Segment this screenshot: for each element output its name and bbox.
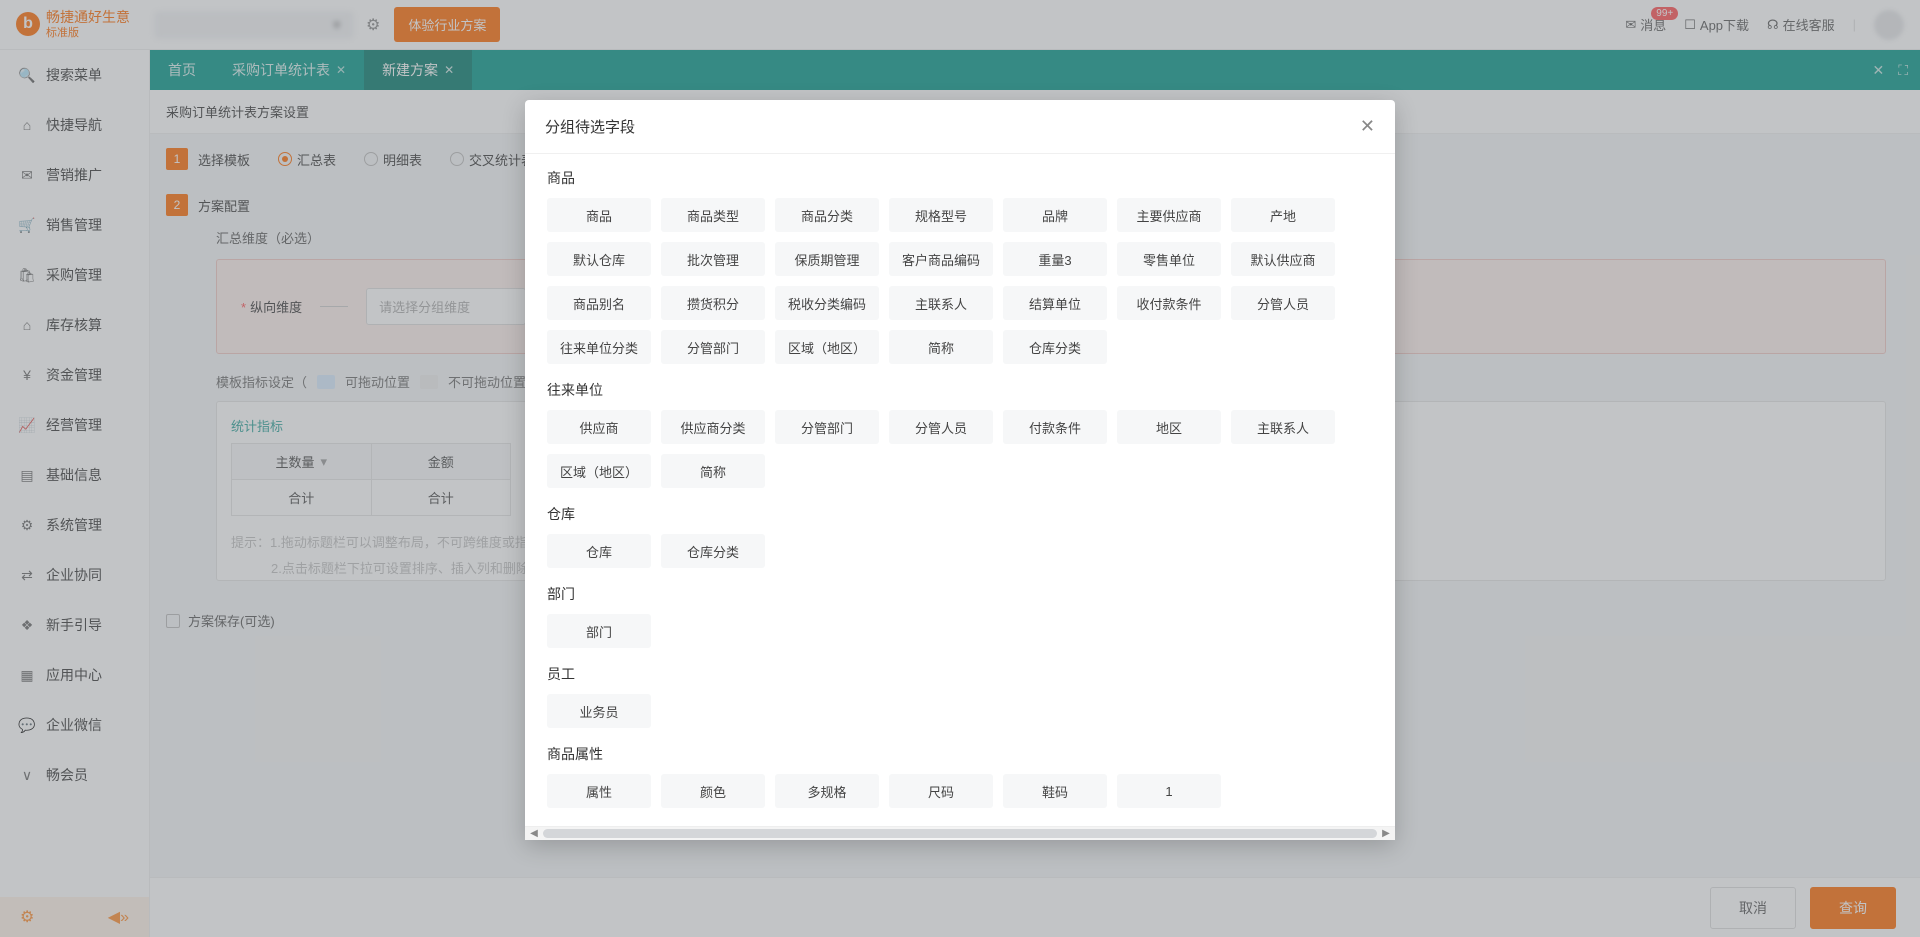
field-chip[interactable]: 批次管理 — [661, 242, 765, 276]
field-chip[interactable]: 收付款条件 — [1117, 286, 1221, 320]
field-chip[interactable]: 产地 — [1231, 198, 1335, 232]
scroll-left-icon[interactable]: ◀ — [527, 827, 541, 840]
field-chip[interactable]: 1 — [1117, 774, 1221, 808]
field-chip[interactable]: 主联系人 — [1231, 410, 1335, 444]
field-chip[interactable]: 区域（地区） — [775, 330, 879, 364]
field-chip-list: 业务员 — [547, 694, 1373, 728]
field-chip[interactable]: 仓库分类 — [661, 534, 765, 568]
field-group-title: 商品 — [547, 168, 1373, 188]
field-chip[interactable]: 结算单位 — [1003, 286, 1107, 320]
modal-horizontal-scrollbar[interactable]: ◀ ▶ — [525, 826, 1395, 840]
field-chip[interactable]: 仓库 — [547, 534, 651, 568]
field-chip[interactable]: 分管部门 — [661, 330, 765, 364]
scroll-thumb[interactable] — [543, 829, 1377, 838]
field-chip[interactable]: 供应商 — [547, 410, 651, 444]
field-chip[interactable]: 简称 — [889, 330, 993, 364]
field-chip[interactable]: 往来单位分类 — [547, 330, 651, 364]
field-chip[interactable]: 供应商分类 — [661, 410, 765, 444]
field-chip[interactable]: 默认供应商 — [1231, 242, 1335, 276]
field-chip[interactable]: 地区 — [1117, 410, 1221, 444]
field-chip[interactable]: 区域（地区） — [547, 454, 651, 488]
field-chip[interactable]: 分管人员 — [889, 410, 993, 444]
field-chip[interactable]: 属性 — [547, 774, 651, 808]
field-chip[interactable]: 默认仓库 — [547, 242, 651, 276]
field-group-title: 仓库 — [547, 504, 1373, 524]
field-chip-list: 部门 — [547, 614, 1373, 648]
field-chip[interactable]: 分管人员 — [1231, 286, 1335, 320]
field-chip[interactable]: 商品别名 — [547, 286, 651, 320]
field-chip[interactable]: 尺码 — [889, 774, 993, 808]
field-picker-modal: 分组待选字段 ✕ 商品商品商品类型商品分类规格型号品牌主要供应商产地默认仓库批次… — [525, 100, 1395, 840]
field-chip[interactable]: 多规格 — [775, 774, 879, 808]
field-chip[interactable]: 分管部门 — [775, 410, 879, 444]
modal-title: 分组待选字段 — [545, 116, 635, 137]
field-chip[interactable]: 简称 — [661, 454, 765, 488]
field-chip[interactable]: 部门 — [547, 614, 651, 648]
scroll-right-icon[interactable]: ▶ — [1379, 827, 1393, 840]
field-chip-list: 仓库仓库分类 — [547, 534, 1373, 568]
field-group-title: 员工 — [547, 664, 1373, 684]
modal-header: 分组待选字段 ✕ — [525, 100, 1395, 154]
modal-close-icon[interactable]: ✕ — [1360, 116, 1375, 137]
field-chip[interactable]: 品牌 — [1003, 198, 1107, 232]
modal-body: 商品商品商品类型商品分类规格型号品牌主要供应商产地默认仓库批次管理保质期管理客户… — [525, 154, 1395, 826]
field-chip[interactable]: 鞋码 — [1003, 774, 1107, 808]
field-chip-list: 供应商供应商分类分管部门分管人员付款条件地区主联系人区域（地区） 简称 — [547, 410, 1373, 488]
field-chip-list: 商品商品类型商品分类规格型号品牌主要供应商产地默认仓库批次管理保质期管理客户商品… — [547, 198, 1373, 364]
field-chip[interactable]: 客户商品编码 — [889, 242, 993, 276]
field-chip[interactable]: 商品类型 — [661, 198, 765, 232]
field-chip[interactable]: 业务员 — [547, 694, 651, 728]
field-chip[interactable]: 商品分类 — [775, 198, 879, 232]
field-chip[interactable]: 重量3 — [1003, 242, 1107, 276]
field-chip[interactable]: 商品 — [547, 198, 651, 232]
field-chip[interactable]: 攒货积分 — [661, 286, 765, 320]
field-chip[interactable]: 仓库分类 — [1003, 330, 1107, 364]
field-group-title: 往来单位 — [547, 380, 1373, 400]
field-group-title: 商品属性 — [547, 744, 1373, 764]
field-chip[interactable]: 付款条件 — [1003, 410, 1107, 444]
field-chip[interactable]: 主联系人 — [889, 286, 993, 320]
field-chip[interactable]: 规格型号 — [889, 198, 993, 232]
field-chip[interactable]: 税收分类编码 — [775, 286, 879, 320]
field-chip[interactable]: 零售单位 — [1117, 242, 1221, 276]
field-chip[interactable]: 保质期管理 — [775, 242, 879, 276]
field-chip-list: 属性颜色多规格尺码鞋码 1 — [547, 774, 1373, 808]
field-chip[interactable]: 主要供应商 — [1117, 198, 1221, 232]
field-group-title: 部门 — [547, 584, 1373, 604]
field-chip[interactable]: 颜色 — [661, 774, 765, 808]
